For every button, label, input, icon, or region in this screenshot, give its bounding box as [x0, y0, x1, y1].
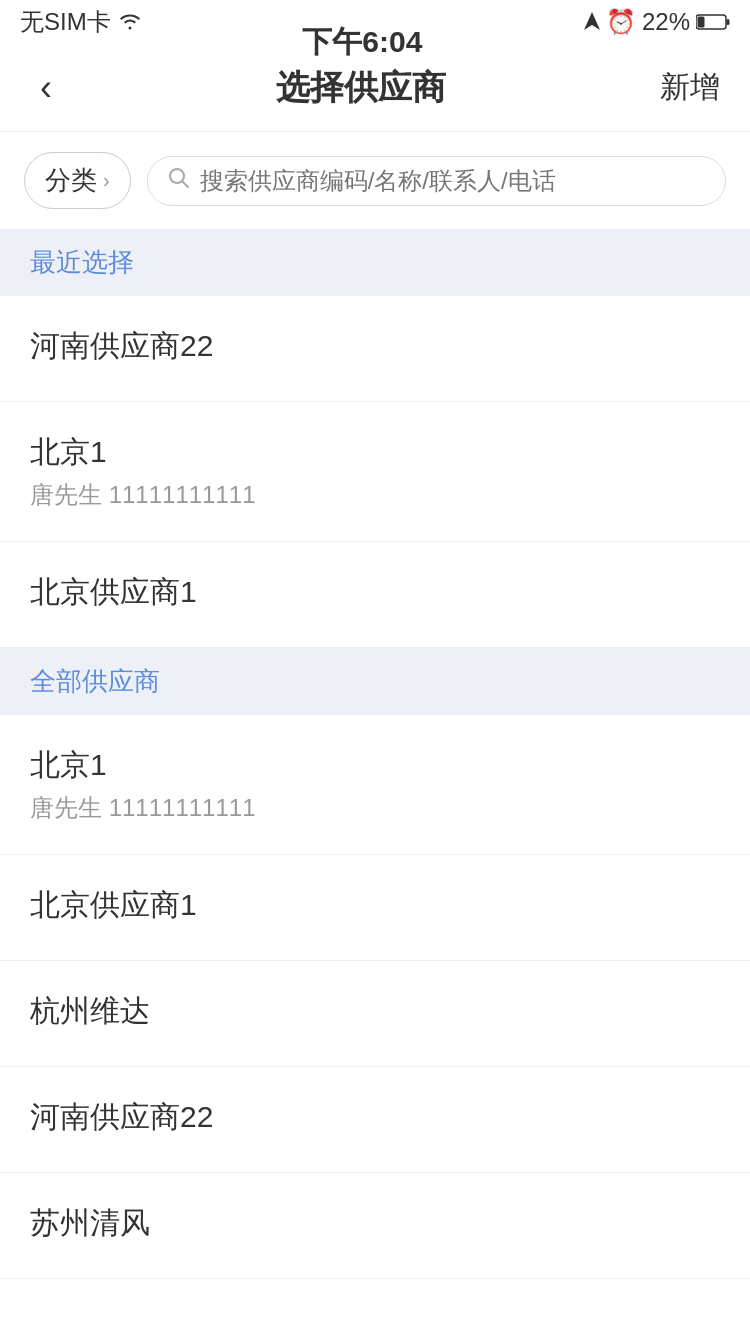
list-item[interactable]: 北京供应商1 [0, 855, 750, 961]
add-button[interactable]: 新增 [660, 67, 720, 108]
status-left: 无SIM卡 [20, 6, 141, 38]
recent-list: 河南供应商22 北京1 唐先生 11111111111 北京供应商1 [0, 296, 750, 648]
all-list: 北京1 唐先生 11111111111 北京供应商1 杭州维达河南供应商22 苏州清风 [0, 715, 750, 1279]
list-item[interactable]: 北京1 唐先生 11111111111 [0, 715, 750, 855]
battery-icon [696, 8, 730, 36]
search-box[interactable] [147, 156, 726, 206]
supplier-name: 北京1 [30, 432, 720, 473]
page-title: 选择供应商 [276, 65, 446, 111]
list-item[interactable]: 河南供应商22 [0, 1067, 750, 1173]
supplier-name: 苏州清风 [30, 1203, 720, 1244]
supplier-name: 河南供应商22 [30, 1097, 720, 1138]
supplier-sub: 唐先生 11111111111 [30, 479, 720, 511]
supplier-sub: 唐先生 11111111111 [30, 792, 720, 824]
wifi-icon [119, 8, 141, 36]
supplier-name: 北京供应商1 [30, 572, 720, 613]
status-bar: 无SIM卡 下午6:04 ⏰ 22% [0, 0, 750, 44]
category-button[interactable]: 分类 › [24, 152, 131, 209]
search-icon [168, 167, 190, 195]
no-sim-text: 无SIM卡 [20, 6, 111, 38]
svg-line-4 [182, 181, 188, 187]
supplier-name: 河南供应商22 [30, 326, 720, 367]
list-item[interactable]: 北京供应商1 [0, 542, 750, 648]
filter-bar: 分类 › [0, 132, 750, 229]
location-icon [584, 8, 600, 36]
back-button[interactable]: ‹ [30, 57, 62, 119]
recent-section-header: 最近选择 [0, 229, 750, 296]
all-section-header: 全部供应商 [0, 648, 750, 715]
supplier-name: 北京1 [30, 745, 720, 786]
status-time: 下午6:04 [302, 22, 422, 63]
supplier-name: 北京供应商1 [30, 885, 720, 926]
status-right: ⏰ 22% [584, 8, 730, 36]
svg-rect-1 [727, 19, 730, 25]
list-item[interactable]: 杭州维达 [0, 961, 750, 1067]
category-label: 分类 [45, 163, 97, 198]
chevron-right-icon: › [103, 169, 110, 192]
alarm-icon: ⏰ [606, 8, 636, 36]
list-item[interactable]: 河南供应商22 [0, 296, 750, 402]
svg-rect-2 [698, 17, 705, 28]
search-input[interactable] [200, 167, 705, 195]
battery-text: 22% [642, 8, 690, 36]
supplier-name: 杭州维达 [30, 991, 720, 1032]
list-item[interactable]: 苏州清风 [0, 1173, 750, 1279]
all-section-label: 全部供应商 [30, 666, 160, 696]
list-item[interactable]: 北京1 唐先生 11111111111 [0, 402, 750, 542]
recent-section-label: 最近选择 [30, 247, 134, 277]
